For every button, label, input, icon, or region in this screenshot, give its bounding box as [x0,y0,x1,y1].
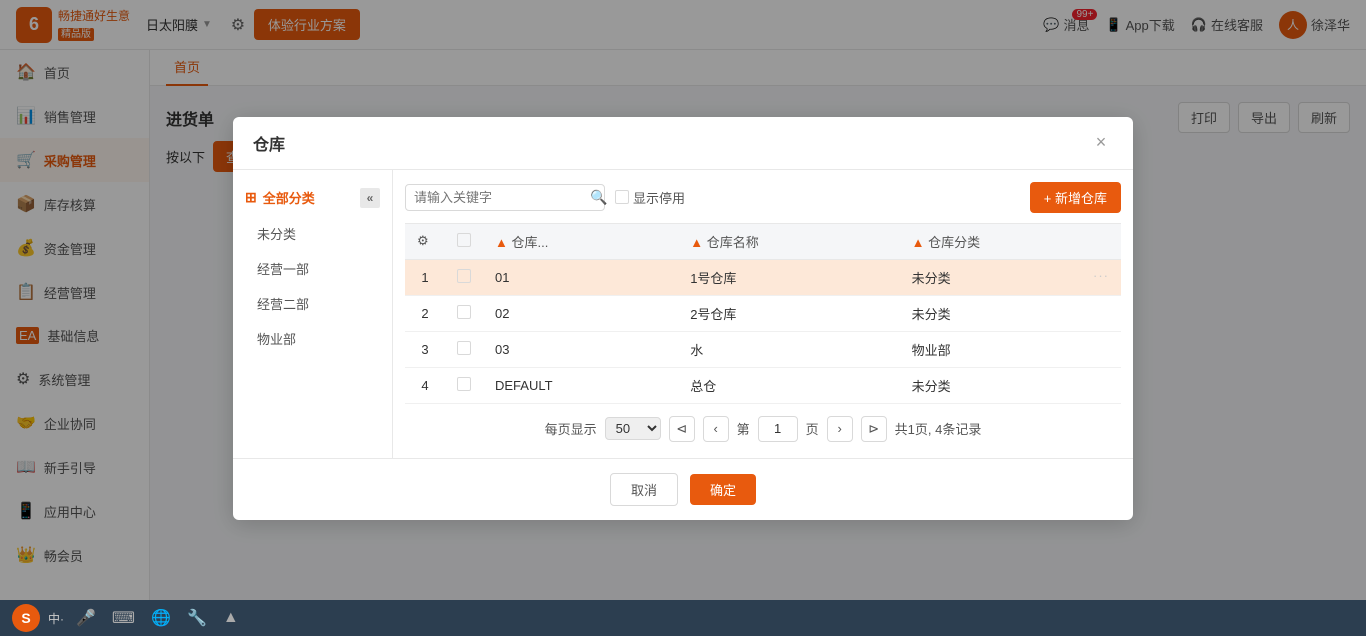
category-all-label: 全部分类 [263,188,315,207]
page-label: 第 [737,419,750,438]
modal-footer: 取消 确定 [233,458,1133,520]
next-page-button[interactable]: › [827,416,853,442]
col-header-actions: ⚙ [405,223,445,259]
settings-icon[interactable]: 🔧 [187,608,207,628]
add-warehouse-button[interactable]: + 新增仓库 [1030,182,1121,213]
category-sidebar: ⊞ 全部分类 « 未分类 经营一部 经营二部 物业部 [233,170,393,458]
search-icon[interactable]: 🔍 [590,189,607,206]
page-number-input[interactable] [758,416,798,442]
cancel-button[interactable]: 取消 [610,473,678,506]
grid-icon: ⊞ [245,189,257,206]
row-category-1: 未分类 ··· [900,259,1121,295]
cat-item-uncategorized[interactable]: 未分类 [233,216,392,251]
row-category-3: 物业部 [900,331,1121,367]
language-icon[interactable]: 🌐 [151,608,171,628]
row-name-1: 1号仓库 [678,259,899,295]
col-header-checkbox [445,223,483,259]
row-category-4: 未分类 [900,367,1121,403]
row-num-4: 4 [405,367,445,403]
row-category-2: 未分类 [900,295,1121,331]
row-checkbox-4[interactable] [445,367,483,403]
col-header-category: ▲ 仓库分类 [900,223,1121,259]
modal-close-button[interactable]: × [1089,131,1113,155]
row-more-1[interactable]: ··· [1093,268,1109,283]
table-container: ⚙ ▲ 仓库... ▲ [405,223,1121,404]
table-row[interactable]: 3 03 水 物业部 [405,331,1121,367]
row-checkbox-3[interactable] [445,331,483,367]
row-name-3: 水 [678,331,899,367]
prev-page-button[interactable]: ‹ [703,416,729,442]
modal-title: 仓库 [253,131,285,155]
page-suffix: 页 [806,419,819,438]
search-input[interactable] [414,190,590,205]
warehouse-table: ⚙ ▲ 仓库... ▲ [405,223,1121,404]
row-num-2: 2 [405,295,445,331]
table-header-row: ⚙ ▲ 仓库... ▲ [405,223,1121,259]
row-code-2: 02 [483,295,678,331]
pagination: 每页显示 50 100 ⊲ ‹ 第 页 › ⊳ 共1页, 4条记录 [405,404,1121,446]
show-disabled-toggle[interactable]: 显示停用 [615,188,685,207]
cat-item-property[interactable]: 物业部 [233,321,392,356]
table-row[interactable]: 4 DEFAULT 总仓 未分类 [405,367,1121,403]
collapse-button[interactable]: « [360,188,380,208]
row-code-4: DEFAULT [483,367,678,403]
col-header-name: ▲ 仓库名称 [678,223,899,259]
row-code-1: 01 [483,259,678,295]
sort-icon-cat: ▲ [912,235,925,250]
sort-icon: ▲ [495,235,508,250]
taskbar-logo: S [12,604,40,632]
per-page-select[interactable]: 50 100 [605,417,661,440]
warehouse-modal: 仓库 × ⊞ 全部分类 « 未分类 经营一部 经营二部 物业部 [233,117,1133,520]
last-page-button[interactable]: ⊳ [861,416,887,442]
table-toolbar: 🔍 显示停用 + 新增仓库 [405,182,1121,213]
row-checkbox-1[interactable] [445,259,483,295]
search-box: 🔍 [405,184,605,211]
sort-icon-name: ▲ [690,235,703,250]
first-page-button[interactable]: ⊲ [669,416,695,442]
cat-item-dept1[interactable]: 经营一部 [233,251,392,286]
per-page-label: 每页显示 [545,419,597,438]
row-num-3: 3 [405,331,445,367]
cat-item-dept2[interactable]: 经营二部 [233,286,392,321]
modal-body: ⊞ 全部分类 « 未分类 经营一部 经营二部 物业部 🔍 [233,170,1133,458]
row-name-2: 2号仓库 [678,295,899,331]
mic-icon[interactable]: 🎤 [76,608,96,628]
taskbar: S 中· 🎤 ⌨ 🌐 🔧 ▲ [0,600,1366,636]
modal-header: 仓库 × [233,117,1133,170]
row-name-4: 总仓 [678,367,899,403]
show-disabled-checkbox[interactable] [615,190,629,204]
row-code-3: 03 [483,331,678,367]
keyboard-icon[interactable]: ⌨ [112,608,135,628]
category-all[interactable]: ⊞ 全部分类 « [233,180,392,216]
row-num-1: 1 [405,259,445,295]
confirm-button[interactable]: 确定 [690,474,756,505]
table-area: 🔍 显示停用 + 新增仓库 ⚙ [393,170,1133,458]
table-gear-icon[interactable]: ⚙ [417,233,429,248]
select-all-checkbox[interactable] [457,233,471,247]
modal-overlay: 仓库 × ⊞ 全部分类 « 未分类 经营一部 经营二部 物业部 [0,0,1366,636]
show-disabled-label: 显示停用 [633,188,685,207]
col-header-code: ▲ 仓库... [483,223,678,259]
table-row[interactable]: 1 01 1号仓库 未分类 ··· [405,259,1121,295]
arrow-up-icon[interactable]: ▲ [223,609,239,627]
total-info: 共1页, 4条记录 [895,419,982,438]
taskbar-text: 中· [48,610,64,627]
row-checkbox-2[interactable] [445,295,483,331]
table-row[interactable]: 2 02 2号仓库 未分类 [405,295,1121,331]
